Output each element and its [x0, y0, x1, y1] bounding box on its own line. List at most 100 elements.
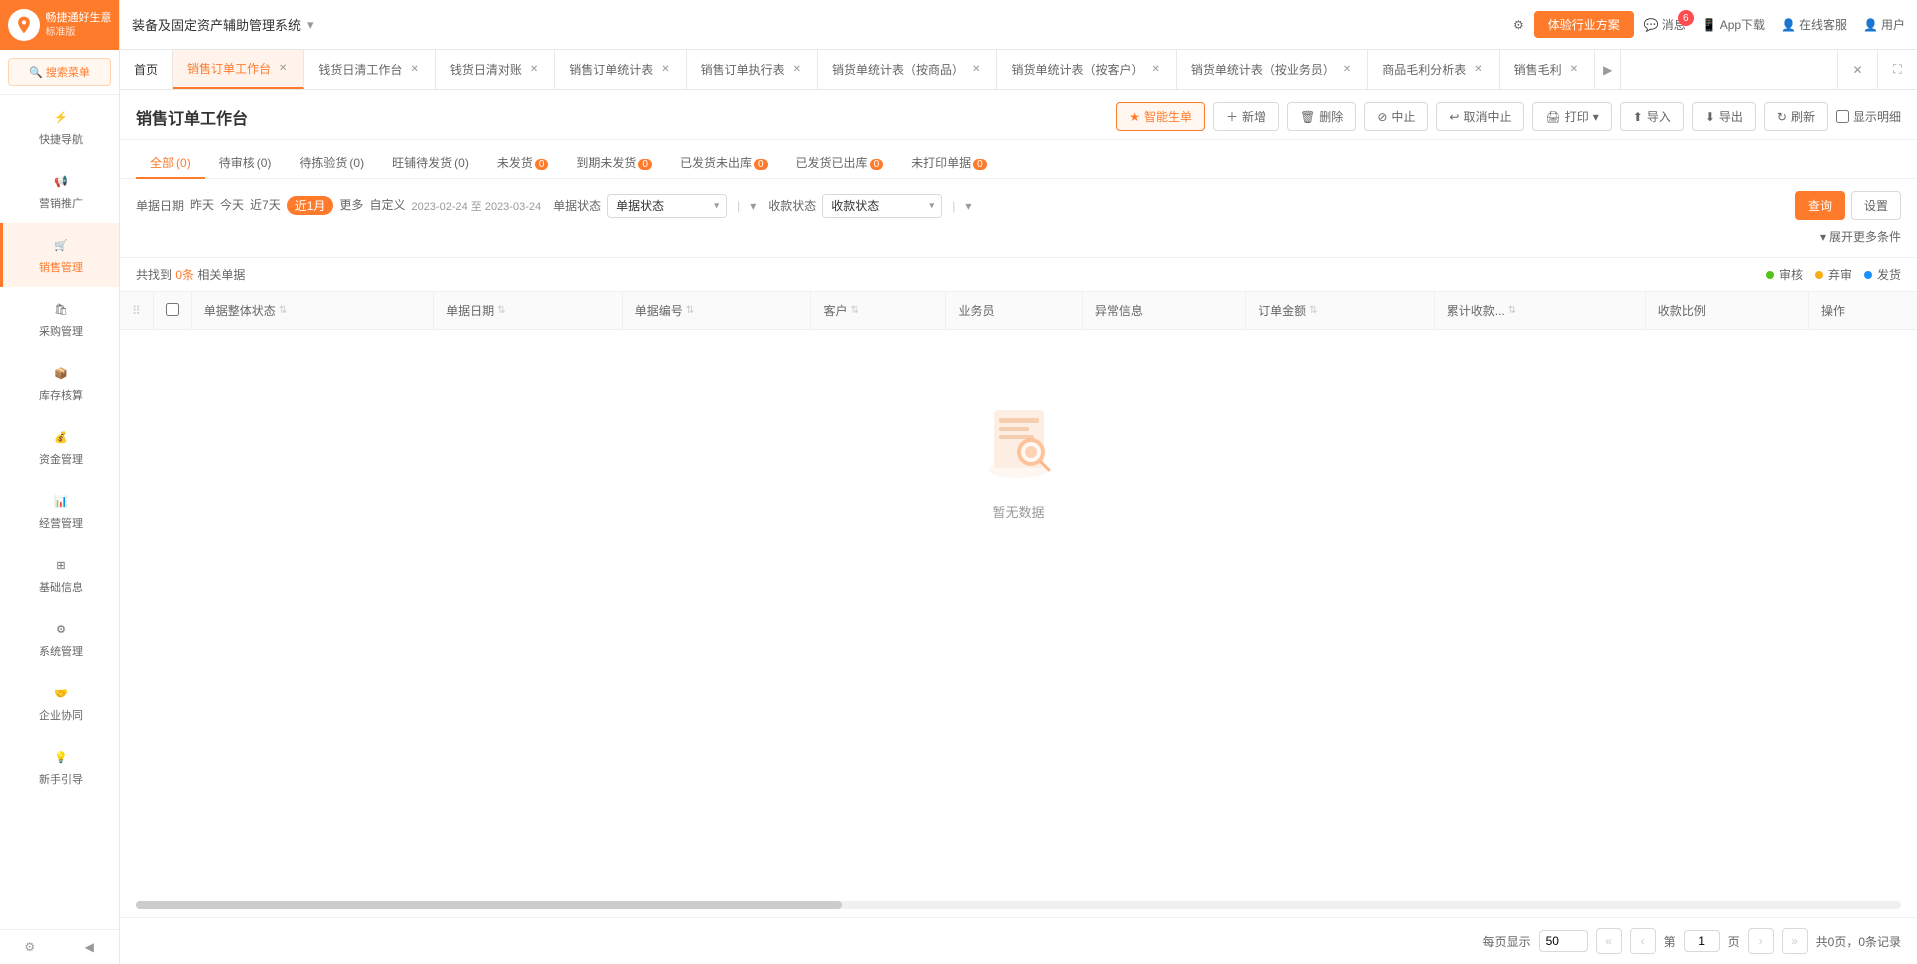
sidebar: 畅捷通好生意 标准版 🔍 搜索菜单 ⚡ 快捷导航 📢 营销推广 🛒 销售管理 🛍…: [0, 0, 120, 964]
page-size-select[interactable]: 10 20 50 100: [1539, 930, 1588, 952]
7days-link[interactable]: 近7天: [250, 196, 281, 215]
sidebar-item-basic[interactable]: ⊞ 基础信息: [0, 543, 119, 607]
expand-filter-button[interactable]: ▾ 展开更多条件: [1820, 228, 1901, 245]
megaphone-icon: 📢: [51, 171, 71, 191]
tab-close-sales-exec[interactable]: ✕: [791, 62, 803, 77]
th-collected[interactable]: 累计收款...: [1434, 292, 1645, 330]
sidebar-item-finance[interactable]: 💰 资金管理: [0, 415, 119, 479]
sidebar-item-system[interactable]: ⚙ 系统管理: [0, 607, 119, 671]
tab-close-cash-daily[interactable]: ✕: [408, 62, 420, 77]
export-button[interactable]: ⬇ 导出: [1692, 102, 1756, 131]
sidebar-item-operations[interactable]: 📊 经营管理: [0, 479, 119, 543]
sidebar-item-purchase[interactable]: 🛍 采购管理: [0, 287, 119, 351]
sidebar-collapse-button[interactable]: ◀: [60, 930, 120, 964]
subtab-shipped-not-out[interactable]: 已发货未出库0: [666, 148, 782, 179]
stop-button[interactable]: ⊘ 中止: [1364, 102, 1428, 131]
tab-sales-exec[interactable]: 销售订单执行表 ✕: [687, 50, 818, 89]
maximize-button[interactable]: ⛶: [1877, 50, 1917, 90]
tab-sales-stat-staff[interactable]: 销货单统计表（按业务员） ✕: [1177, 50, 1368, 89]
custom-link[interactable]: 自定义: [369, 196, 405, 215]
tab-close-sales-profit[interactable]: ✕: [1568, 62, 1580, 77]
sidebar-item-guide[interactable]: 💡 新手引导: [0, 735, 119, 799]
subtab-shipped-out[interactable]: 已发货已出库0: [782, 148, 898, 179]
first-page-button[interactable]: «: [1596, 928, 1622, 954]
tab-gross-profit[interactable]: 商品毛利分析表 ✕: [1368, 50, 1499, 89]
sidebar-settings-button[interactable]: ⚙: [0, 930, 60, 964]
sidebar-item-quick-nav[interactable]: ⚡ 快捷导航: [0, 95, 119, 159]
last-page-button[interactable]: »: [1782, 928, 1808, 954]
yesterday-link[interactable]: 昨天: [190, 196, 214, 215]
tab-home[interactable]: 首页: [120, 50, 173, 89]
show-detail-checkbox[interactable]: [1836, 110, 1849, 123]
settings-button[interactable]: 设置: [1851, 191, 1901, 220]
th-date[interactable]: 单据日期: [434, 292, 623, 330]
today-link[interactable]: 今天: [220, 196, 244, 215]
select-all-checkbox[interactable]: [166, 303, 179, 316]
next-page-button[interactable]: ›: [1748, 928, 1774, 954]
refresh-button[interactable]: ↻ 刷新: [1764, 102, 1828, 131]
tab-close-sales-stats[interactable]: ✕: [659, 62, 671, 77]
subtab-pending-check[interactable]: 待拣验货(0): [285, 148, 378, 179]
tab-close-sales-stat-customer[interactable]: ✕: [1149, 62, 1161, 77]
th-amount[interactable]: 订单金额: [1246, 292, 1435, 330]
empty-text: 暂无数据: [992, 502, 1044, 521]
subtab-not-printed[interactable]: 未打印单据0: [897, 148, 1001, 179]
review-action[interactable]: 审核: [1766, 266, 1803, 283]
user-menu-button[interactable]: 👤 用户: [1863, 16, 1905, 33]
subtab-not-shipped[interactable]: 未发货0: [483, 148, 563, 179]
add-button[interactable]: ＋ 新增: [1213, 102, 1279, 131]
prev-page-button[interactable]: ‹: [1630, 928, 1656, 954]
print-button[interactable]: 🖨 打印 ▾: [1532, 102, 1611, 131]
tab-close-sales-workbench[interactable]: ✕: [277, 61, 289, 76]
tab-close-sales-stat-product[interactable]: ✕: [970, 62, 982, 77]
tabs-more-button[interactable]: ▶: [1595, 50, 1621, 89]
status-select[interactable]: 单据状态: [607, 194, 727, 218]
industry-plan-button[interactable]: 体验行业方案: [1534, 11, 1634, 38]
subtab-all[interactable]: 全部(0): [136, 148, 205, 179]
search-menu-button[interactable]: 🔍 搜索菜单: [8, 58, 111, 86]
sidebar-item-sales[interactable]: 🛒 销售管理: [0, 223, 119, 287]
tab-close-sales-stat-staff[interactable]: ✕: [1341, 62, 1353, 77]
message-button[interactable]: 💬 消息 6: [1644, 16, 1686, 33]
close-all-tabs-button[interactable]: ✕: [1837, 50, 1877, 90]
scroll-thumb[interactable]: [136, 901, 842, 909]
pagination: 每页显示 10 20 50 100 « ‹ 第 页 › » 共0页，0条记录: [120, 917, 1917, 964]
th-customer[interactable]: 客户: [811, 292, 946, 330]
smart-create-button[interactable]: ★ 智能生单: [1116, 102, 1205, 131]
th-number[interactable]: 单据编号: [622, 292, 811, 330]
tab-sales-profit[interactable]: 销售毛利 ✕: [1500, 50, 1595, 89]
cancel-review-action[interactable]: 弃审: [1815, 266, 1852, 283]
cancel-stop-icon: ↩: [1449, 110, 1459, 124]
th-checkbox: [153, 292, 191, 330]
delete-button[interactable]: 🗑 删除: [1287, 102, 1356, 131]
page-number-input[interactable]: [1684, 930, 1720, 952]
tab-close-cash-reconcile[interactable]: ✕: [528, 62, 540, 77]
horizontal-scrollbar[interactable]: [136, 901, 1901, 909]
sidebar-item-marketing[interactable]: 📢 营销推广: [0, 159, 119, 223]
tab-sales-stats[interactable]: 销售订单统计表 ✕: [555, 50, 686, 89]
subtab-wangpu-ship[interactable]: 旺铺待发货(0): [378, 148, 483, 179]
tab-sales-stat-customer[interactable]: 销货单统计表（按客户） ✕: [997, 50, 1176, 89]
show-detail-label[interactable]: 显示明细: [1836, 108, 1901, 125]
sidebar-item-inventory[interactable]: 📦 库存核算: [0, 351, 119, 415]
subtab-pending-review[interactable]: 待审核(0): [205, 148, 286, 179]
tab-sales-workbench[interactable]: 销售订单工作台 ✕: [173, 50, 304, 89]
title-dropdown-icon[interactable]: ▾: [307, 17, 314, 33]
tab-cash-reconcile[interactable]: 钱货日清对账 ✕: [436, 50, 555, 89]
topbar-gear-button[interactable]: ⚙: [1513, 18, 1524, 32]
more-link[interactable]: 更多: [339, 196, 363, 215]
sidebar-item-enterprise[interactable]: 🤝 企业协同: [0, 671, 119, 735]
query-button[interactable]: 查询: [1795, 191, 1845, 220]
th-status[interactable]: 单据整体状态: [191, 292, 433, 330]
tab-close-gross-profit[interactable]: ✕: [1472, 62, 1484, 77]
1month-link[interactable]: 近1月: [287, 196, 334, 215]
app-download-button[interactable]: 📱 App下载: [1702, 16, 1765, 33]
tab-sales-stat-product[interactable]: 销货单统计表（按商品） ✕: [818, 50, 997, 89]
import-button[interactable]: ⬆ 导入: [1620, 102, 1684, 131]
online-service-button[interactable]: 👤 在线客服: [1781, 16, 1847, 33]
ship-action[interactable]: 发货: [1864, 266, 1901, 283]
tab-cash-daily[interactable]: 钱货日清工作台 ✕: [304, 50, 435, 89]
cancel-stop-button[interactable]: ↩ 取消中止: [1436, 102, 1524, 131]
subtab-overdue-not-shipped[interactable]: 到期未发货0: [562, 148, 666, 179]
payment-select[interactable]: 收款状态: [822, 194, 942, 218]
